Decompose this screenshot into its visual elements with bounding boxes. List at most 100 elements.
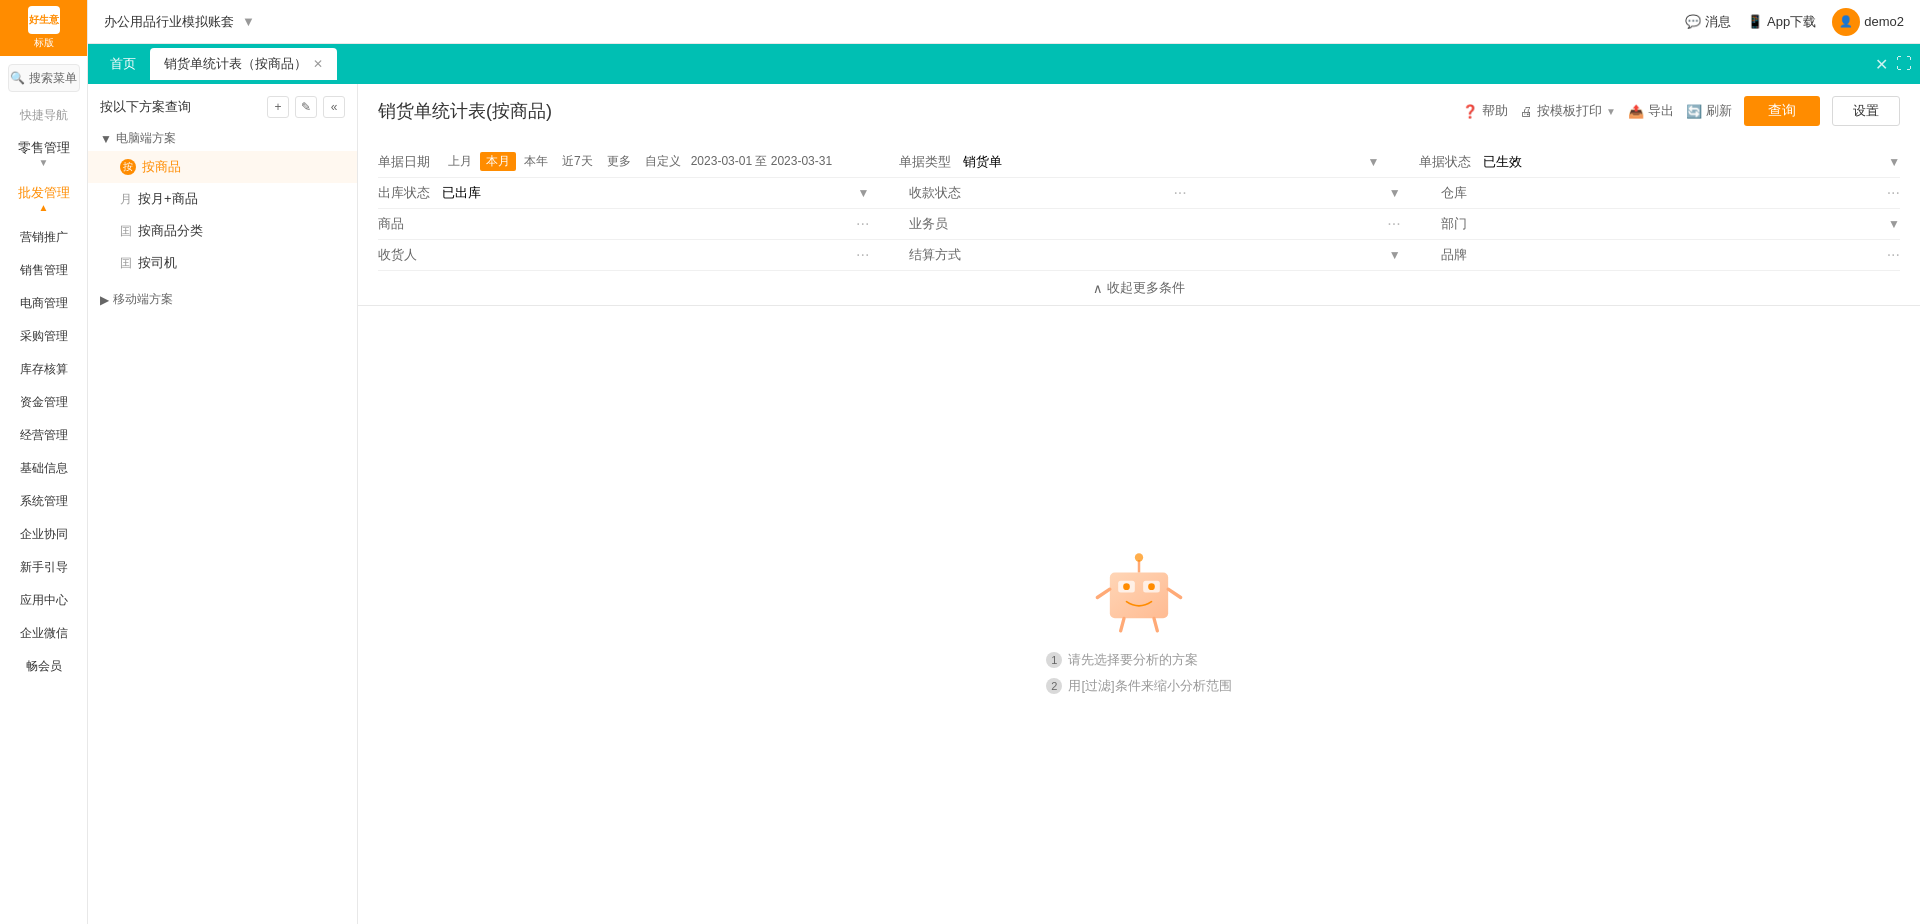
doc-status-selector[interactable]: 已生效 ▼ [1483, 153, 1900, 171]
warehouse-selector[interactable]: 已出库 ▼ [442, 184, 869, 202]
date-tab-last-month[interactable]: 上月 [442, 152, 478, 171]
export-button[interactable]: 📤 导出 [1628, 102, 1674, 120]
logo-icon: 好生意 [28, 6, 60, 34]
sales-report-tab-label: 销货单统计表（按商品） [164, 55, 307, 73]
salesperson-selector[interactable]: ··· [973, 215, 1400, 233]
settlement-selector[interactable]: ▼ [973, 248, 1400, 262]
message-button[interactable]: 💬 消息 [1685, 13, 1731, 31]
sidebar-item-member[interactable]: 畅会员 [0, 650, 88, 683]
warehouse-arrow-icon: ▼ [857, 186, 869, 200]
tab-sales-report[interactable]: 销货单统计表（按商品） ✕ [150, 48, 337, 80]
help-label: 帮助 [1482, 102, 1508, 120]
collapse-up-icon: ∧ [1093, 281, 1103, 296]
brand-label: 品牌 [1441, 246, 1473, 264]
topbar-right: 💬 消息 📱 App下载 👤 demo2 [1685, 8, 1904, 36]
tabbar: 首页 销货单统计表（按商品） ✕ ✕ ⛶ [88, 44, 1920, 84]
collapse-button[interactable]: ∧ 收起更多条件 [1093, 279, 1185, 297]
scheme-by-driver[interactable]: 囯 按司机 [88, 247, 357, 279]
message-icon: 💬 [1685, 14, 1701, 29]
svg-line-9 [1121, 618, 1124, 631]
svg-line-8 [1168, 589, 1181, 597]
sidebar-item-wholesale[interactable]: 批发管理 ▲ [0, 176, 88, 221]
dept-selector[interactable]: ▼ [1473, 217, 1900, 231]
svg-line-10 [1154, 618, 1157, 631]
sidebar-item-system[interactable]: 系统管理 [0, 485, 88, 518]
quick-nav-label: 快捷导航 [8, 100, 80, 131]
filter-section: 单据日期 上月 本月 本年 近7天 更多 自定义 2023-03-01 至 20… [358, 146, 1920, 305]
sidebar-item-operations[interactable]: 经营管理 [0, 419, 88, 452]
sidebar-item-sales[interactable]: 销售管理 [0, 254, 88, 287]
tip-text-1: 请先选择要分析的方案 [1068, 651, 1198, 669]
help-button[interactable]: ❓ 帮助 [1462, 102, 1508, 120]
settlement-arrow-icon: ▼ [1389, 248, 1401, 262]
svg-point-6 [1135, 553, 1143, 561]
app-download-label: App下载 [1767, 13, 1816, 31]
arrow-icon-retail: ▼ [39, 157, 49, 168]
page-actions: ❓ 帮助 🖨 按模板打印 ▼ 📤 导出 🔄 [1462, 96, 1900, 126]
date-tab-custom[interactable]: 自定义 [639, 152, 687, 171]
edit-scheme-button[interactable]: ✎ [295, 96, 317, 118]
doc-type-selector[interactable]: 销货单 ▼ [963, 153, 1380, 171]
refresh-label: 刷新 [1706, 102, 1732, 120]
sidebar-item-inventory[interactable]: 库存核算 [0, 353, 88, 386]
app-download-button[interactable]: 📱 App下载 [1747, 13, 1816, 31]
svg-point-4 [1148, 583, 1155, 590]
left-panel-header: 按以下方案查询 + ✎ « [88, 96, 357, 126]
brand-dots-icon: ··· [1887, 246, 1900, 264]
date-tab-7days[interactable]: 近7天 [556, 152, 599, 171]
payment-selector[interactable]: ··· ▼ [973, 184, 1400, 202]
filter-row-4: 收货人 ··· 结算方式 ▼ 品牌 ··· [378, 240, 1900, 271]
left-panel-title: 按以下方案查询 [100, 98, 191, 116]
doc-status-arrow-icon: ▼ [1888, 155, 1900, 169]
sidebar-item-retail[interactable]: 零售管理 ▼ [0, 131, 88, 176]
sidebar-item-enterprise[interactable]: 企业协同 [0, 518, 88, 551]
sidebar-item-finance[interactable]: 资金管理 [0, 386, 88, 419]
user-profile-button[interactable]: 👤 demo2 [1832, 8, 1904, 36]
sidebar: 好生意 标版 🔍 搜索菜单 快捷导航 零售管理 ▼ 批发管理 ▲ 营销推广 销售… [0, 0, 88, 924]
by-category-label: 按商品分类 [138, 222, 203, 240]
sidebar-item-purchase[interactable]: 采购管理 [0, 320, 88, 353]
sidebar-item-basic[interactable]: 基础信息 [0, 452, 88, 485]
scheme-by-month-goods[interactable]: 月 按月+商品 [88, 183, 357, 215]
scheme-by-category[interactable]: 囯 按商品分类 [88, 215, 357, 247]
refresh-button[interactable]: 🔄 刷新 [1686, 102, 1732, 120]
tab-close-window-icon[interactable]: ✕ [1875, 55, 1888, 74]
mobile-scheme-title[interactable]: ▶ 移动端方案 [88, 287, 357, 312]
sidebar-item-marketing[interactable]: 营销推广 [0, 221, 88, 254]
storage-selector[interactable]: ··· [1473, 184, 1900, 202]
collapse-panel-button[interactable]: « [323, 96, 345, 118]
empty-state: 1 请先选择要分析的方案 2 用[过滤]条件来缩小分析范围 [358, 306, 1920, 924]
right-panel: 销货单统计表(按商品) ❓ 帮助 🖨 按模板打印 ▼ 📤 [358, 84, 1920, 924]
refresh-icon: 🔄 [1686, 104, 1702, 119]
date-tab-more[interactable]: 更多 [601, 152, 637, 171]
query-button[interactable]: 查询 [1744, 96, 1820, 126]
date-tab-this-year[interactable]: 本年 [518, 152, 554, 171]
goods-selector[interactable]: ··· [442, 215, 869, 233]
receiver-selector[interactable]: ··· [442, 246, 869, 264]
receiver-dots-icon: ··· [856, 246, 869, 264]
sidebar-item-appstore[interactable]: 应用中心 [0, 584, 88, 617]
tab-close-icon[interactable]: ✕ [313, 57, 323, 71]
brand-selector[interactable]: ··· [1473, 246, 1900, 264]
mobile-expand-icon: ▶ [100, 293, 109, 307]
desktop-scheme-title[interactable]: ▼ 电脑端方案 [88, 126, 357, 151]
date-tab-this-month[interactable]: 本月 [480, 152, 516, 171]
date-label: 单据日期 [378, 153, 442, 171]
setting-button[interactable]: 设置 [1832, 96, 1900, 126]
collapse-label: 收起更多条件 [1107, 279, 1185, 297]
main-area: 办公用品行业模拟账套 ▼ 💬 消息 📱 App下载 👤 demo2 首页 [88, 0, 1920, 924]
search-menu-button[interactable]: 🔍 搜索菜单 [8, 64, 80, 92]
dropdown-arrow-icon: ▼ [242, 14, 255, 29]
empty-illustration [1089, 535, 1189, 635]
template-print-button[interactable]: 🖨 按模板打印 ▼ [1520, 102, 1616, 120]
sidebar-item-newbie[interactable]: 新手引导 [0, 551, 88, 584]
home-tab-label: 首页 [110, 55, 136, 73]
page-header-area: 销货单统计表(按商品) ❓ 帮助 🖨 按模板打印 ▼ 📤 [358, 84, 1920, 306]
tab-maximize-icon[interactable]: ⛶ [1896, 55, 1912, 73]
sidebar-item-wechat[interactable]: 企业微信 [0, 617, 88, 650]
sidebar-item-ecommerce[interactable]: 电商管理 [0, 287, 88, 320]
tab-home[interactable]: 首页 [96, 48, 150, 80]
scheme-by-goods[interactable]: 按 按商品 [88, 151, 357, 183]
export-label: 导出 [1648, 102, 1674, 120]
add-scheme-button[interactable]: + [267, 96, 289, 118]
